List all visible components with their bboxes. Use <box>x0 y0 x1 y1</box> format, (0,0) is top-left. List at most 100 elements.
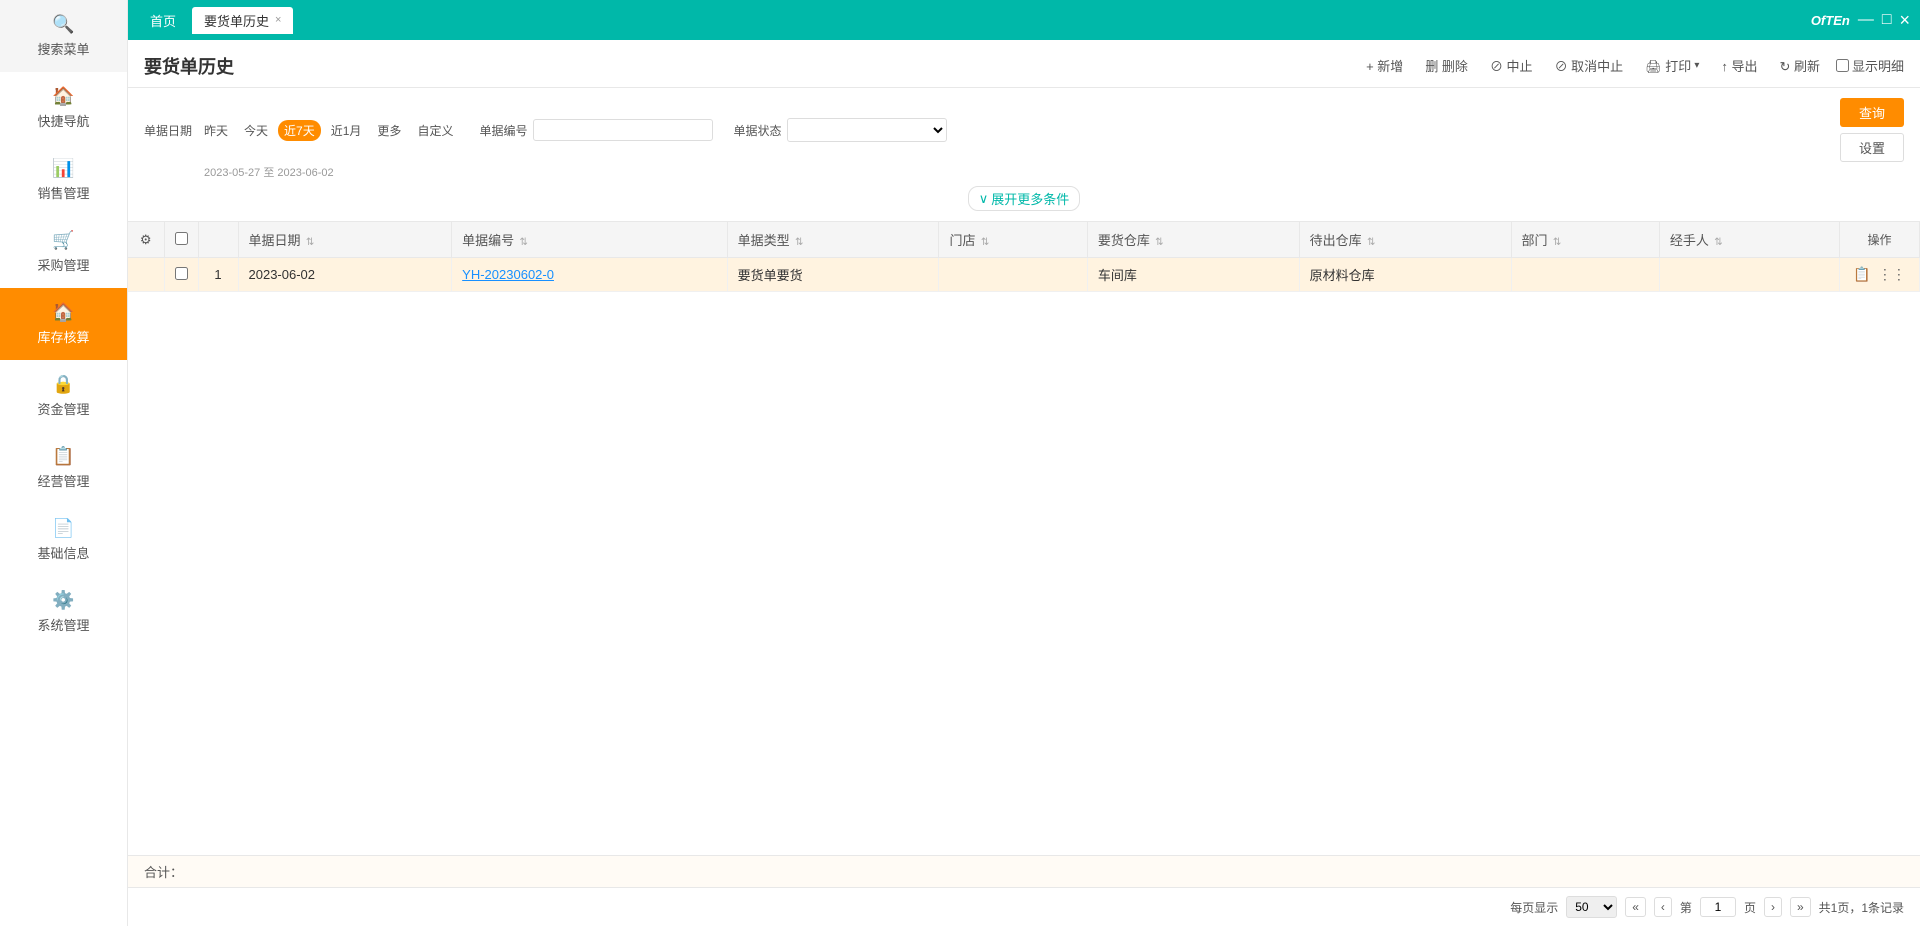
sidebar-item-quick-nav[interactable]: 🏠 快捷导航 <box>0 72 127 144</box>
cancel-stop-button[interactable]: ⊘ 取消中止 <box>1549 52 1630 79</box>
last-page-button[interactable]: » <box>1790 897 1811 917</box>
delete-button[interactable]: 删 删除 <box>1419 52 1474 79</box>
row-checkbox[interactable] <box>175 267 188 280</box>
sidebar-item-inventory[interactable]: 🏠 库存核算 <box>0 288 127 360</box>
col-doc-number-label: 单据编号 <box>462 233 514 248</box>
chevron-down-icon: ▾ <box>1694 60 1699 71</box>
brand-label: OfTEn <box>1811 13 1850 28</box>
date-btn-today[interactable]: 今天 <box>238 120 274 141</box>
row-pending-warehouse-cell: 原材料仓库 <box>1299 258 1511 292</box>
gear-icon: ⚙️ <box>52 590 74 611</box>
row-store-cell <box>939 258 1087 292</box>
date-btn-1month[interactable]: 近1月 <box>325 120 368 141</box>
filter-row-1: 单据日期 昨天 今天 近7天 近1月 更多 自定义 单据编号 <box>144 98 1904 162</box>
col-doc-date: 单据日期 ⇅ <box>238 222 452 258</box>
row-doc-number-link[interactable]: YH-20230602-0 <box>462 267 554 282</box>
sidebar-item-search-menu[interactable]: 🔍 搜索菜单 <box>0 0 127 72</box>
stop-button[interactable]: ⊘ 中止 <box>1484 52 1539 79</box>
sidebar-item-finance-mgmt[interactable]: 🔒 资金管理 <box>0 360 127 432</box>
row-pending-warehouse: 原材料仓库 <box>1310 268 1375 283</box>
display-detail-toggle[interactable]: 显示明细 <box>1836 56 1904 75</box>
date-btn-more[interactable]: 更多 <box>371 120 407 141</box>
per-page-select[interactable]: 50 100 200 <box>1566 896 1617 918</box>
inventory-icon: 🏠 <box>52 302 74 323</box>
row-edit-icon[interactable]: 📋 <box>1853 266 1870 282</box>
date-btn-7days[interactable]: 近7天 <box>278 120 321 141</box>
col-doc-date-label: 单据日期 <box>249 233 301 248</box>
sort-icon[interactable]: ⇅ <box>981 237 989 248</box>
sort-icon[interactable]: ⇅ <box>1155 237 1163 248</box>
sort-icon[interactable]: ⇅ <box>1367 237 1375 248</box>
doc-number-filter-group: 单据编号 <box>479 119 713 141</box>
sort-icon[interactable]: ⇅ <box>306 237 314 248</box>
sidebar-item-label: 快捷导航 <box>37 111 89 130</box>
close-btn[interactable]: × <box>1899 10 1910 31</box>
query-button[interactable]: 查询 <box>1840 98 1904 127</box>
col-pending-warehouse: 待出仓库 ⇅ <box>1299 222 1511 258</box>
sort-icon[interactable]: ⇅ <box>1714 237 1722 248</box>
sort-icon[interactable]: ⇅ <box>1553 237 1561 248</box>
doc-status-select[interactable] <box>787 118 947 142</box>
sort-icon[interactable]: ⇅ <box>520 237 528 248</box>
topbar-right: OfTEn — □ × <box>1811 10 1910 31</box>
row-doc-number-cell: YH-20230602-0 <box>452 258 727 292</box>
date-btn-custom[interactable]: 自定义 <box>411 120 459 141</box>
filter-settings-button[interactable]: 设置 <box>1840 133 1904 162</box>
tab-home[interactable]: 首页 <box>138 7 188 34</box>
page-title: 要货单历史 <box>144 53 1360 79</box>
new-button[interactable]: + 新增 <box>1360 52 1409 79</box>
sidebar-item-sys-mgmt[interactable]: ⚙️ 系统管理 <box>0 576 127 648</box>
page-number-input[interactable] <box>1700 897 1736 917</box>
export-button[interactable]: ↑ 导出 <box>1715 52 1763 79</box>
date-range-display: 2023-05-27 至 2023-06-02 <box>204 164 1904 180</box>
expand-button[interactable]: ∨ 展开更多条件 <box>968 186 1081 211</box>
print-button[interactable]: 🖨 打印 ▾ <box>1639 52 1705 79</box>
expand-label: 展开更多条件 <box>991 189 1069 208</box>
sidebar-item-label: 经营管理 <box>37 471 89 490</box>
col-pending-warehouse-label: 待出仓库 <box>1310 233 1362 248</box>
sidebar-item-label: 销售管理 <box>37 183 89 202</box>
stop-btn-label: ⊘ 中止 <box>1490 56 1533 75</box>
date-filter-buttons: 昨天 今天 近7天 近1月 更多 自定义 <box>198 120 459 141</box>
first-page-button[interactable]: « <box>1625 897 1646 917</box>
sidebar-item-label: 搜索菜单 <box>37 39 89 58</box>
refresh-btn-label: ↻ 刷新 <box>1779 56 1820 75</box>
sidebar-item-ops-mgmt[interactable]: 📋 经营管理 <box>0 432 127 504</box>
col-operations: 操作 <box>1840 222 1920 258</box>
sidebar-item-label: 采购管理 <box>37 255 89 274</box>
expand-row: ∨ 展开更多条件 <box>144 186 1904 211</box>
data-table: ⚙ 单据日期 ⇅ 单据编号 ⇅ <box>128 222 1920 292</box>
doc-number-label: 单据编号 <box>479 122 527 139</box>
row-doc-type: 要货单要货 <box>738 268 803 283</box>
settings-icon[interactable]: ⚙ <box>140 232 152 247</box>
sidebar-item-purchase-mgmt[interactable]: 🛒 采购管理 <box>0 216 127 288</box>
next-page-button[interactable]: › <box>1764 897 1782 917</box>
cart-icon: 🛒 <box>52 230 74 251</box>
refresh-button[interactable]: ↻ 刷新 <box>1773 52 1826 79</box>
row-num-cell: 1 <box>198 258 238 292</box>
col-handler: 经手人 ⇅ <box>1659 222 1839 258</box>
date-btn-yesterday[interactable]: 昨天 <box>198 120 234 141</box>
col-store: 门店 ⇅ <box>939 222 1087 258</box>
pagination: 每页显示 50 100 200 « ‹ 第 页 › » 共1页，1条记录 <box>128 887 1920 926</box>
row-more-icon[interactable]: ⋮⋮ <box>1878 266 1906 282</box>
chevron-down-icon: ∨ <box>979 191 989 207</box>
footer-summary: 合计： <box>128 855 1920 887</box>
prev-page-button[interactable]: ‹ <box>1654 897 1672 917</box>
sort-icon[interactable]: ⇅ <box>795 237 803 248</box>
row-doc-date-cell: 2023-06-02 <box>238 258 452 292</box>
clipboard-icon: 📋 <box>52 446 74 467</box>
home-icon: 🏠 <box>52 86 74 107</box>
sidebar-item-sales-mgmt[interactable]: 📊 销售管理 <box>0 144 127 216</box>
maximize-btn[interactable]: □ <box>1882 11 1892 29</box>
summary-label: 合计： <box>144 865 183 880</box>
doc-number-input[interactable] <box>533 119 713 141</box>
sidebar-item-basic-info[interactable]: 📄 基础信息 <box>0 504 127 576</box>
tab-active[interactable]: 要货单历史 × <box>192 7 293 34</box>
table-header-row: ⚙ 单据日期 ⇅ 单据编号 ⇅ <box>128 222 1920 258</box>
close-tab-icon[interactable]: × <box>275 14 281 26</box>
content-area: 要货单历史 + 新增 删 删除 ⊘ 中止 ⊘ 取消中止 🖨 打印 ▾ <box>128 40 1920 926</box>
select-all-checkbox[interactable] <box>175 232 188 245</box>
display-detail-checkbox[interactable] <box>1836 59 1849 72</box>
minimize-btn[interactable]: — <box>1858 11 1874 29</box>
